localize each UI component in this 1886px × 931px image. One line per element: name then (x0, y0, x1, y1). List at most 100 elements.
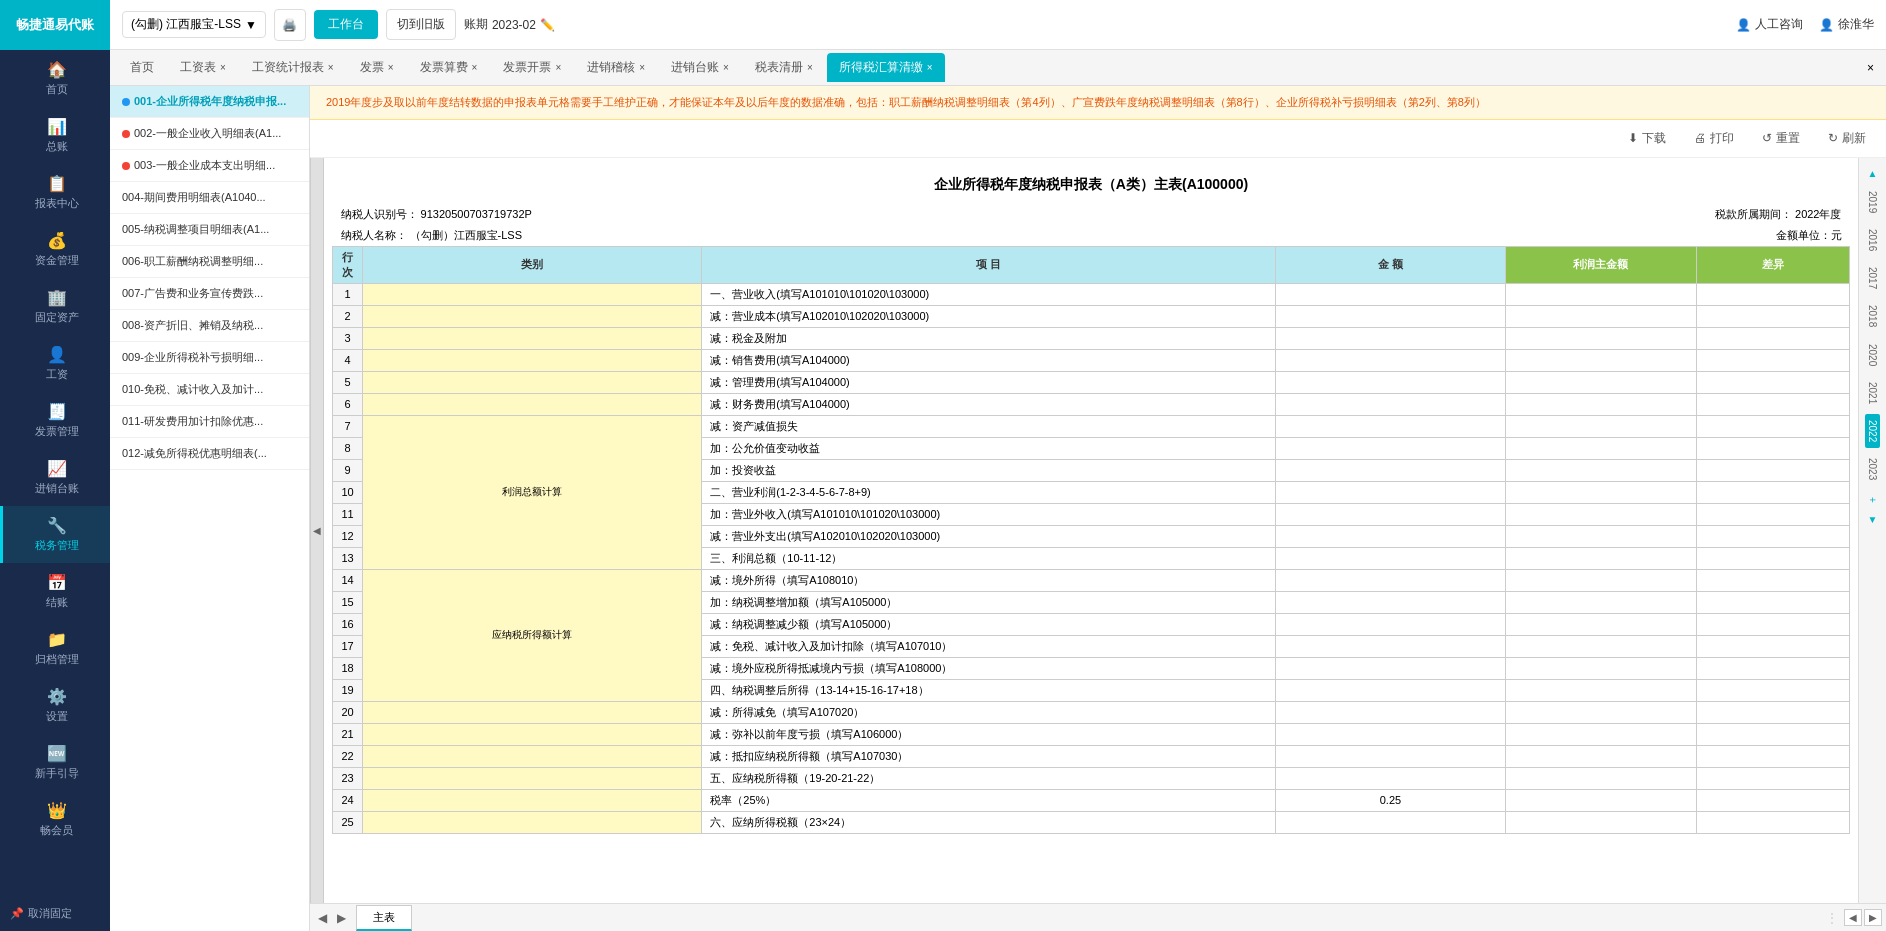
row-22-diff[interactable] (1696, 657, 1849, 679)
row-5-amount[interactable] (1276, 283, 1506, 305)
collapse-button[interactable]: ◀ (310, 158, 324, 904)
left-panel-item-003[interactable]: 003-一般企业成本支出明细... (110, 150, 309, 182)
tab-invoice-calc-close[interactable]: × (472, 62, 478, 73)
company-selector[interactable]: (勾删) 江西服宝-LSS ▼ (122, 11, 266, 38)
tab-purchase-ledger[interactable]: 进销台账 × (659, 53, 741, 82)
close-all-button[interactable]: × (1863, 57, 1878, 79)
sidebar-item-ledger[interactable]: 📊 总账 (0, 107, 110, 164)
sidebar-item-tax[interactable]: 🔧 税务管理 (0, 506, 110, 563)
print-button[interactable]: 🖨 打印 (1686, 126, 1742, 151)
tab-invoice-issue[interactable]: 发票开票 × (491, 53, 573, 82)
tab-right-arrow[interactable]: ▶ (333, 909, 350, 927)
sidebar-item-purchases[interactable]: 📈 进销台账 (0, 449, 110, 506)
row-12-amount[interactable] (1276, 437, 1506, 459)
row-15-diff[interactable] (1696, 503, 1849, 525)
old-version-button[interactable]: 切到旧版 (386, 9, 456, 40)
year-2024[interactable]: + (1865, 491, 1880, 509)
year-up-arrow[interactable]: ▲ (1866, 166, 1880, 181)
left-panel-item-006[interactable]: 006-职工薪酬纳税调整明细... (110, 246, 309, 278)
year-2019[interactable]: 2019 (1865, 185, 1880, 219)
left-panel-item-004[interactable]: 004-期间费用明细表(A1040... (110, 182, 309, 214)
row-13-diff[interactable] (1696, 459, 1849, 481)
tab-purchase-check[interactable]: 进销稽核 × (575, 53, 657, 82)
row-23-amount[interactable] (1276, 679, 1506, 701)
row-27-amount[interactable] (1276, 767, 1506, 789)
tab-invoice-close[interactable]: × (388, 62, 394, 73)
year-2020[interactable]: 2020 (1865, 338, 1880, 372)
row-28-profit[interactable] (1505, 789, 1696, 811)
unpin-button[interactable]: 📌 取消固定 (0, 896, 110, 931)
row-12-diff[interactable] (1696, 437, 1849, 459)
row-6-diff[interactable] (1696, 305, 1849, 327)
row-15-amount[interactable] (1276, 503, 1506, 525)
sidebar-item-archive[interactable]: 📁 归档管理 (0, 620, 110, 677)
tab-payroll-stats[interactable]: 工资统计报表 × (240, 53, 346, 82)
print-icon-btn[interactable]: 🖨️ (274, 9, 306, 41)
row-25-amount[interactable] (1276, 723, 1506, 745)
sidebar-item-finance[interactable]: 💰 资金管理 (0, 221, 110, 278)
row-25-profit[interactable] (1505, 723, 1696, 745)
download-button[interactable]: ⬇ 下载 (1620, 126, 1674, 151)
year-2017[interactable]: 2017 (1865, 261, 1880, 295)
row-22-profit[interactable] (1505, 657, 1696, 679)
year-2021[interactable]: 2021 (1865, 376, 1880, 410)
year-2022[interactable]: 2022 (1865, 414, 1880, 448)
left-panel-item-005[interactable]: 005-纳税调整项目明细表(A1... (110, 214, 309, 246)
row-29-profit[interactable] (1505, 811, 1696, 833)
year-2023[interactable]: 2023 (1865, 452, 1880, 486)
tab-invoice-issue-close[interactable]: × (555, 62, 561, 73)
row-18-profit[interactable] (1505, 569, 1696, 591)
sidebar-item-payroll[interactable]: 👤 工资 (0, 335, 110, 392)
row-24-profit[interactable] (1505, 701, 1696, 723)
left-panel-item-008[interactable]: 008-资产折旧、摊销及纳税... (110, 310, 309, 342)
row-10-diff[interactable] (1696, 393, 1849, 415)
row-8-profit[interactable] (1505, 349, 1696, 371)
year-2016[interactable]: 2016 (1865, 223, 1880, 257)
row-17-amount[interactable] (1276, 547, 1506, 569)
row-26-diff[interactable] (1696, 745, 1849, 767)
row-26-amount[interactable] (1276, 745, 1506, 767)
row-26-profit[interactable] (1505, 745, 1696, 767)
row-27-diff[interactable] (1696, 767, 1849, 789)
row-21-diff[interactable] (1696, 635, 1849, 657)
tab-invoice-calc[interactable]: 发票算费 × (408, 53, 490, 82)
tab-payroll-close[interactable]: × (220, 62, 226, 73)
refresh-button[interactable]: ↻ 刷新 (1820, 126, 1874, 151)
row-7-amount[interactable] (1276, 327, 1506, 349)
row-9-diff[interactable] (1696, 371, 1849, 393)
row-17-profit[interactable] (1505, 547, 1696, 569)
row-19-profit[interactable] (1505, 591, 1696, 613)
row-16-profit[interactable] (1505, 525, 1696, 547)
scroll-right-btn[interactable]: ▶ (1864, 909, 1882, 926)
row-11-profit[interactable] (1505, 415, 1696, 437)
row-8-amount[interactable] (1276, 349, 1506, 371)
workbench-button[interactable]: 工作台 (314, 10, 378, 39)
ai-consult[interactable]: 👤 人工咨询 (1736, 16, 1803, 33)
row-11-amount[interactable] (1276, 415, 1506, 437)
sidebar-item-assets[interactable]: 🏢 固定资产 (0, 278, 110, 335)
tab-payroll-stats-close[interactable]: × (328, 62, 334, 73)
row-9-profit[interactable] (1505, 371, 1696, 393)
row-29-amount[interactable] (1276, 811, 1506, 833)
row-19-diff[interactable] (1696, 591, 1849, 613)
row-27-profit[interactable] (1505, 767, 1696, 789)
row-16-diff[interactable] (1696, 525, 1849, 547)
tab-purchase-ledger-close[interactable]: × (723, 62, 729, 73)
row-20-profit[interactable] (1505, 613, 1696, 635)
row-15-profit[interactable] (1505, 503, 1696, 525)
row-10-amount[interactable] (1276, 393, 1506, 415)
sidebar-item-settings[interactable]: ⚙️ 设置 (0, 677, 110, 734)
tab-tax-table[interactable]: 税表清册 × (743, 53, 825, 82)
row-28-amount[interactable]: 0.25 (1276, 789, 1506, 811)
tab-tax-table-close[interactable]: × (807, 62, 813, 73)
sidebar-item-invoice[interactable]: 🧾 发票管理 (0, 392, 110, 449)
left-panel-item-012[interactable]: 012-减免所得税优惠明细表(... (110, 438, 309, 470)
tab-purchase-check-close[interactable]: × (639, 62, 645, 73)
row-20-amount[interactable] (1276, 613, 1506, 635)
row-19-amount[interactable] (1276, 591, 1506, 613)
year-down-arrow[interactable]: ▼ (1866, 512, 1880, 527)
row-13-amount[interactable] (1276, 459, 1506, 481)
row-25-diff[interactable] (1696, 723, 1849, 745)
row-23-profit[interactable] (1505, 679, 1696, 701)
row-21-profit[interactable] (1505, 635, 1696, 657)
